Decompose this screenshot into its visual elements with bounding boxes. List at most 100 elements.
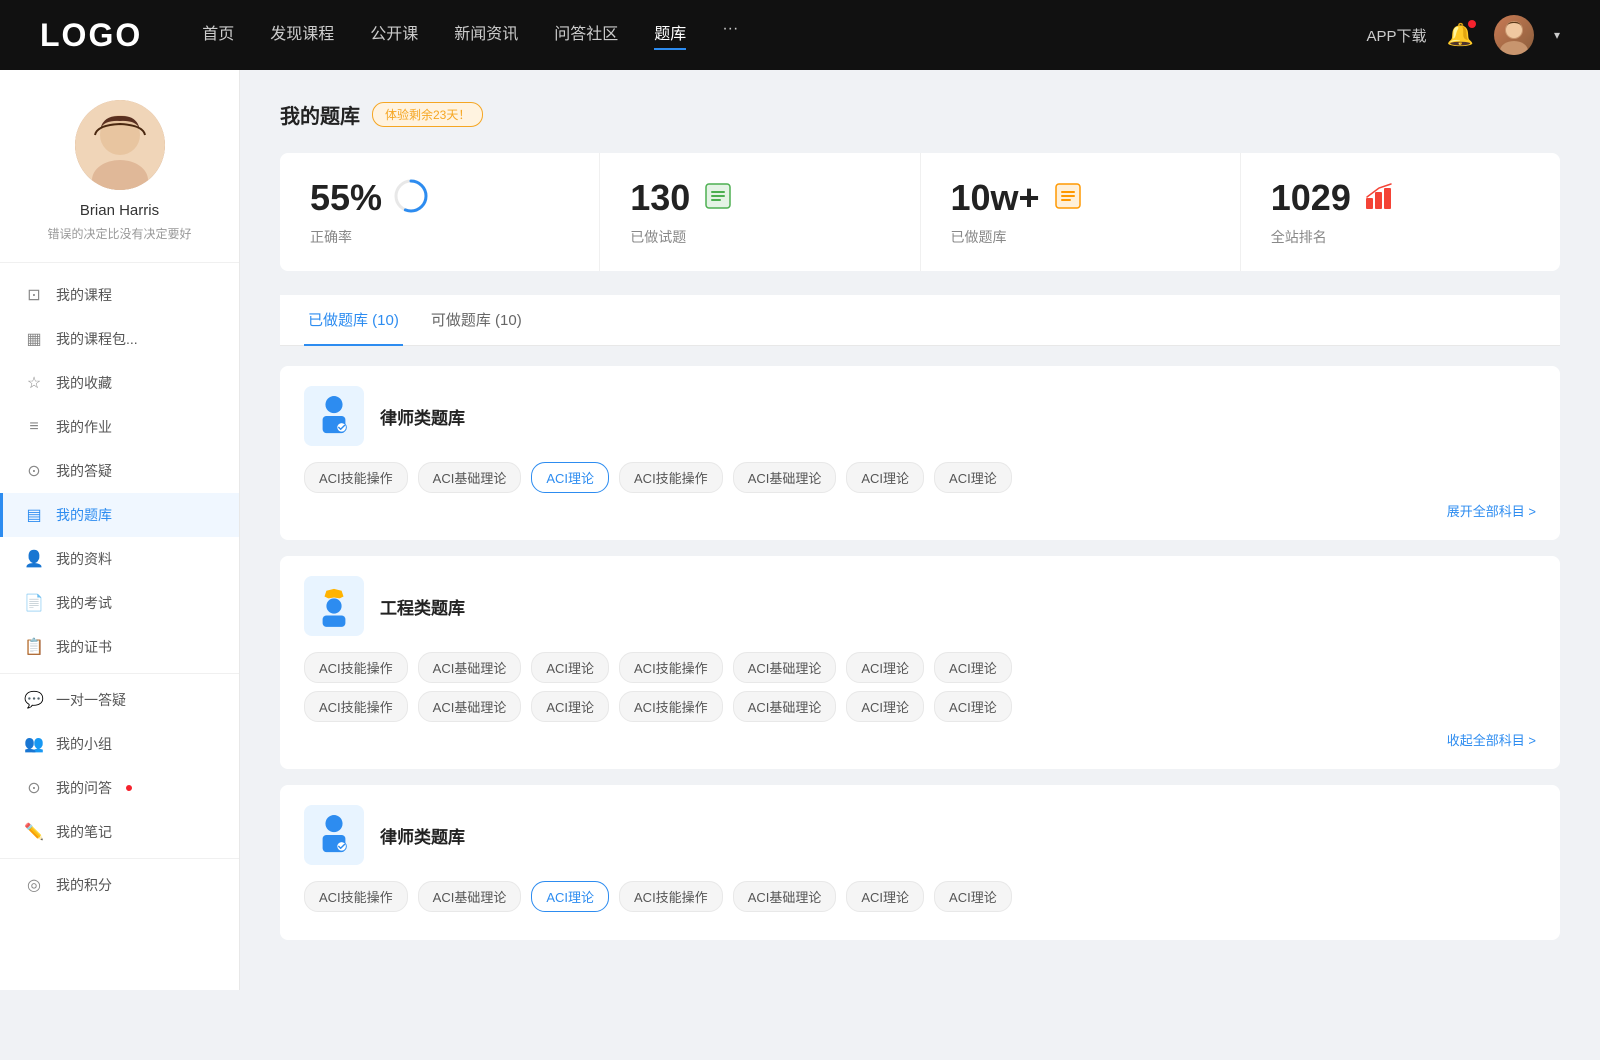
stat-done-banks-icon [1052,180,1084,217]
sidebar-item-my-qa-label: 我的答疑 [56,461,112,481]
tag[interactable]: ACI理论 [846,881,924,912]
collapse-link-engineer[interactable]: 收起全部科目 > [304,730,1536,749]
sidebar-item-one-on-one-label: 一对一答疑 [56,690,126,710]
logo: LOGO [40,17,142,54]
stat-accuracy-value: 55% [310,177,382,219]
stat-done-questions-label: 已做试题 [630,227,889,247]
notification-dot [1468,20,1476,28]
tag[interactable]: ACI理论 [846,652,924,683]
tag-active[interactable]: ACI理论 [531,881,609,912]
stat-rank: 1029 全站排名 [1241,153,1560,271]
sidebar-item-certificate[interactable]: 📋 我的证书 [0,625,239,669]
sidebar-item-my-exam-label: 我的考试 [56,593,112,613]
bank-engineer-title: 工程类题库 [380,594,465,619]
tag[interactable]: ACI理论 [934,691,1012,722]
tag[interactable]: ACI基础理论 [418,652,522,683]
bank-lawyer-1-tags: ACI技能操作 ACI基础理论 ACI理论 ACI技能操作 ACI基础理论 AC… [304,462,1536,493]
tag-active[interactable]: ACI理论 [531,462,609,493]
tag[interactable]: ACI技能操作 [619,691,723,722]
nav-discover[interactable]: 发现课程 [270,20,334,50]
sidebar-item-question-bank[interactable]: ▤ 我的题库 [0,493,239,537]
sidebar-item-course-package[interactable]: ▦ 我的课程包... [0,317,239,361]
tab-available-banks[interactable]: 可做题库 (10) [427,295,526,346]
tag[interactable]: ACI基础理论 [733,881,837,912]
stat-done-banks-top: 10w+ [951,177,1210,219]
avatar-image [1494,15,1534,55]
tag[interactable]: ACI理论 [531,652,609,683]
stat-rank-top: 1029 [1271,177,1530,219]
sidebar-item-favorites[interactable]: ☆ 我的收藏 [0,361,239,405]
tag[interactable]: ACI理论 [531,691,609,722]
sidebar-item-my-qa[interactable]: ⊙ 我的答疑 [0,449,239,493]
sidebar-item-my-exam[interactable]: 📄 我的考试 [0,581,239,625]
tag[interactable]: ACI技能操作 [619,881,723,912]
sidebar-item-my-questions-label: 我的问答 [56,778,112,798]
homework-icon: ≡ [24,418,44,436]
tag[interactable]: ACI技能操作 [304,881,408,912]
my-questions-icon: ⊙ [24,778,44,798]
bank-engineer-tags-row1: ACI技能操作 ACI基础理论 ACI理论 ACI技能操作 ACI基础理论 AC… [304,652,1536,683]
tag[interactable]: ACI技能操作 [304,462,408,493]
sidebar-item-my-questions[interactable]: ⊙ 我的问答 [0,766,239,810]
bank-lawyer-2-title: 律师类题库 [380,823,465,848]
tag[interactable]: ACI理论 [934,881,1012,912]
bank-card-lawyer-2-header: 律师类题库 [304,805,1536,865]
stat-done-questions: 130 已做试题 [600,153,920,271]
question-bank-icon: ▤ [24,505,44,525]
stat-accuracy-icon [394,179,428,218]
sidebar-item-my-group-label: 我的小组 [56,734,112,754]
sidebar-item-my-group[interactable]: 👥 我的小组 [0,722,239,766]
tag[interactable]: ACI理论 [934,652,1012,683]
nav-home[interactable]: 首页 [202,20,234,50]
questions-notification-dot [126,785,132,791]
trial-badge: 体验剩余23天！ [372,102,483,127]
tab-row: 已做题库 (10) 可做题库 (10) [280,295,1560,346]
tag[interactable]: ACI技能操作 [619,462,723,493]
tag[interactable]: ACI理论 [846,691,924,722]
sidebar-avatar [75,100,165,190]
sidebar-avatar-image [75,100,165,190]
nav-qa[interactable]: 问答社区 [554,20,618,50]
tag[interactable]: ACI基础理论 [733,691,837,722]
sidebar-divider-2 [0,858,239,859]
tag[interactable]: ACI技能操作 [619,652,723,683]
sidebar-item-my-courses-label: 我的课程 [56,285,112,305]
sidebar-item-my-points-label: 我的积分 [56,875,112,895]
sidebar-item-one-on-one[interactable]: 💬 一对一答疑 [0,678,239,722]
sidebar-item-my-notes[interactable]: ✏️ 我的笔记 [0,810,239,854]
avatar-chevron-icon[interactable]: ▾ [1554,28,1560,42]
my-exam-icon: 📄 [24,593,44,613]
sidebar-item-homework[interactable]: ≡ 我的作业 [0,405,239,449]
tag[interactable]: ACI基础理论 [733,462,837,493]
bank-lawyer-1-icon [304,386,364,446]
nav-question-bank[interactable]: 题库 [654,20,686,50]
tag[interactable]: ACI技能操作 [304,691,408,722]
sidebar-item-my-points[interactable]: ◎ 我的积分 [0,863,239,907]
bank-lawyer-2-tags: ACI技能操作 ACI基础理论 ACI理论 ACI技能操作 ACI基础理论 AC… [304,881,1536,912]
sidebar-item-course-package-label: 我的课程包... [56,329,138,349]
tag[interactable]: ACI技能操作 [304,652,408,683]
expand-link-lawyer-1[interactable]: 展开全部科目 > [304,501,1536,520]
tag[interactable]: ACI基础理论 [418,691,522,722]
sidebar-item-my-info-label: 我的资料 [56,549,112,569]
sidebar-item-my-courses[interactable]: ⊡ 我的课程 [0,273,239,317]
stat-done-questions-icon [702,180,734,217]
tag[interactable]: ACI理论 [934,462,1012,493]
navbar-right: APP下载 🔔 ▾ [1367,15,1560,55]
tag[interactable]: ACI基础理论 [418,881,522,912]
stat-accuracy-top: 55% [310,177,569,219]
nav-menu: 首页 发现课程 公开课 新闻资讯 问答社区 题库 ··· [202,20,1366,50]
app-download-link[interactable]: APP下载 [1367,25,1427,46]
tag[interactable]: ACI基础理论 [733,652,837,683]
tag[interactable]: ACI基础理论 [418,462,522,493]
page-title: 我的题库 [280,100,360,129]
tab-done-banks[interactable]: 已做题库 (10) [304,295,403,346]
nav-news[interactable]: 新闻资讯 [454,20,518,50]
sidebar-motto: 错误的决定比没有决定要好 [47,225,191,242]
notification-bell[interactable]: 🔔 [1447,22,1474,48]
sidebar-item-my-info[interactable]: 👤 我的资料 [0,537,239,581]
nav-open-course[interactable]: 公开课 [370,20,418,50]
avatar[interactable] [1494,15,1534,55]
nav-more[interactable]: ··· [722,20,738,50]
tag[interactable]: ACI理论 [846,462,924,493]
